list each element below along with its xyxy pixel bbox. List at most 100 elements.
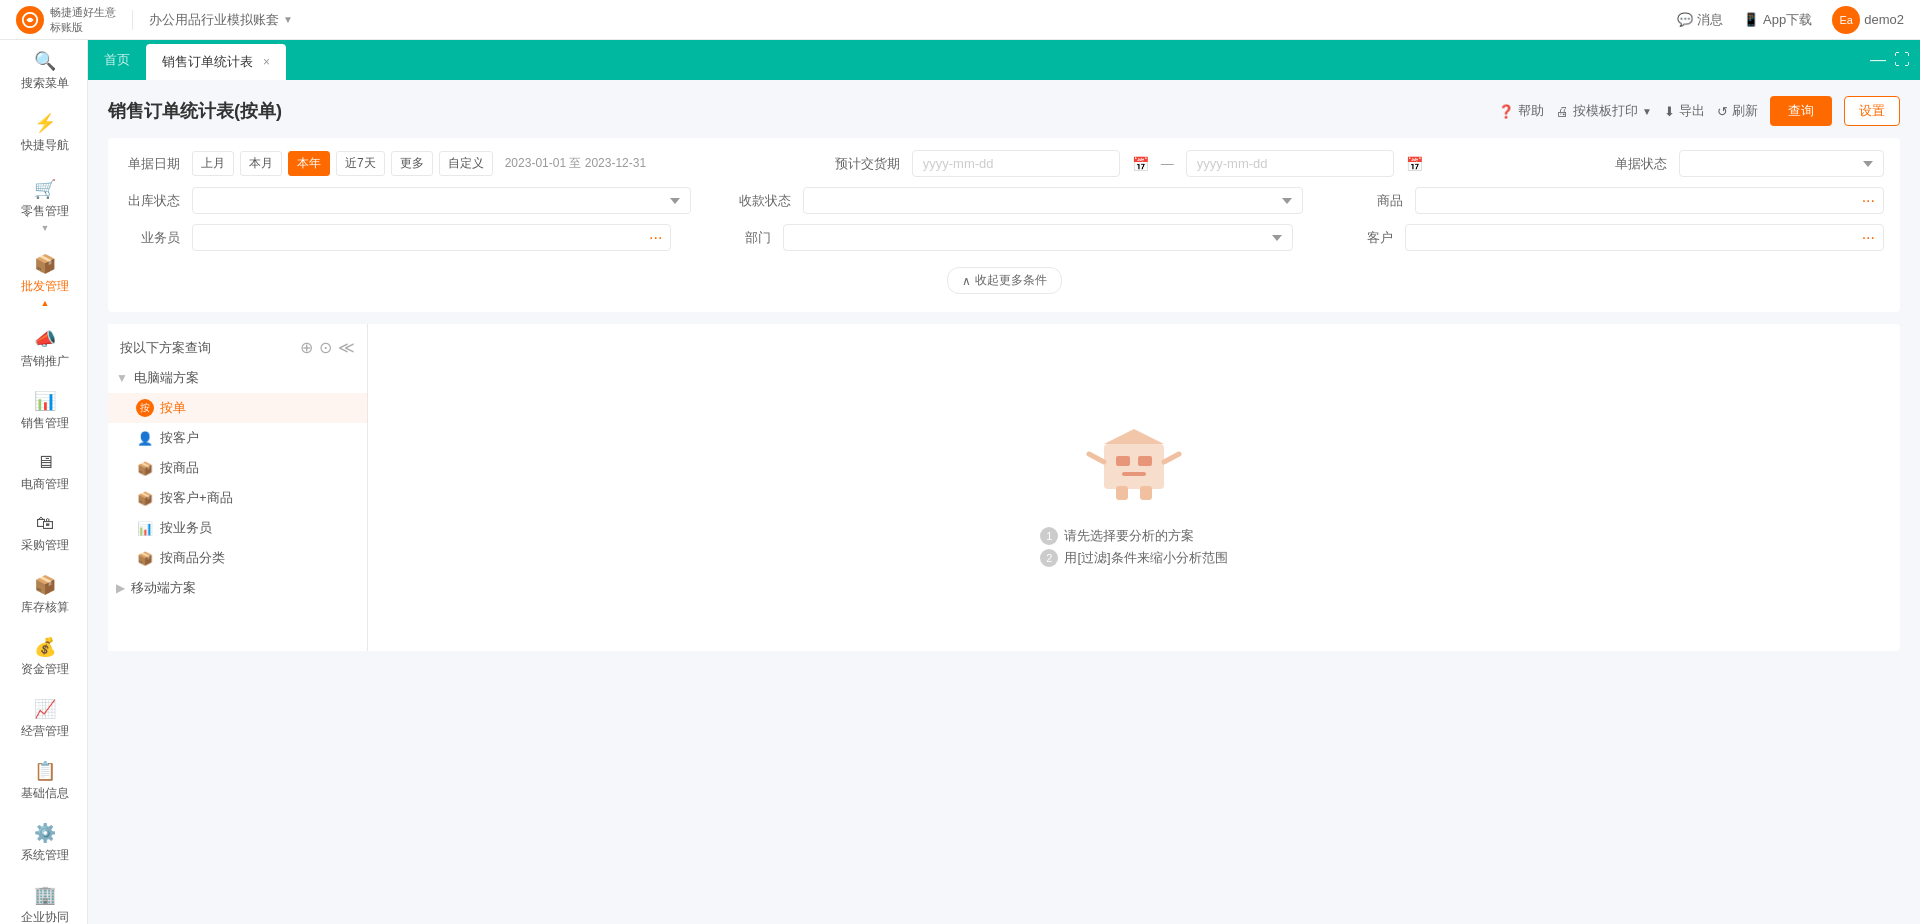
customer-label: 客户 (1337, 229, 1393, 247)
sidebar-item-sales[interactable]: 📊 销售管理 (0, 380, 87, 442)
salesperson-input[interactable] (197, 225, 645, 250)
pc-scheme-section-header[interactable]: ▼ 电脑端方案 (108, 363, 367, 393)
sidebar-item-wholesale[interactable]: 📦 批发管理 ▲ (0, 243, 87, 318)
top-bar: 畅捷通好生意 标账版 办公用品行业模拟账套 ▼ 💬 消息 📱 App下载 Ea … (0, 0, 1920, 40)
tab-home[interactable]: 首页 (88, 40, 146, 80)
date-btn-last-month[interactable]: 上月 (192, 151, 234, 176)
enterprise-icon: 🏢 (34, 884, 56, 906)
sidebar-item-enterprise[interactable]: 🏢 企业协同 (0, 874, 87, 924)
sidebar-item-basic-info[interactable]: 📋 基础信息 (0, 750, 87, 812)
page-title: 销售订单统计表(按单) (108, 99, 282, 123)
sidebar-item-finance[interactable]: 💰 资金管理 (0, 626, 87, 688)
collapse-panel-icon[interactable]: ≪ (338, 338, 355, 357)
tab-close-icon[interactable]: × (263, 55, 270, 69)
message-icon: 💬 (1677, 12, 1693, 27)
svg-rect-4 (1138, 456, 1152, 466)
empty-state-hints: 1 请先选择要分析的方案 2 用[过滤]条件来缩小分析范围 (1040, 523, 1227, 571)
tree-item-by-salesperson[interactable]: 📊 按业务员 (108, 513, 367, 543)
operations-icon: 📈 (34, 698, 56, 720)
goods-input[interactable] (1420, 188, 1858, 213)
user-menu[interactable]: Ea demo2 (1832, 6, 1904, 34)
tab-bar: 首页 销售订单统计表 × — ⛶ (88, 40, 1920, 80)
print-template-button[interactable]: 🖨 按模板打印 ▼ (1556, 102, 1652, 120)
customer-goods-tree-icon: 📦 (136, 491, 154, 506)
sidebar-item-ecommerce[interactable]: 🖥 电商管理 (0, 442, 87, 503)
department-label: 部门 (715, 229, 771, 247)
calendar-from-icon[interactable]: 📅 (1132, 156, 1149, 172)
top-bar-right: 💬 消息 📱 App下载 Ea demo2 (1677, 6, 1904, 34)
export-button[interactable]: ⬇ 导出 (1664, 102, 1705, 120)
sidebar-item-marketing[interactable]: 📣 营销推广 (0, 318, 87, 380)
svg-rect-9 (1140, 486, 1152, 500)
svg-line-6 (1089, 454, 1104, 462)
search-icon: 🔍 (34, 50, 56, 72)
date-btn-this-year[interactable]: 本年 (288, 151, 330, 176)
tree-item-by-order[interactable]: 按 按单 (108, 393, 367, 423)
shipment-status-select[interactable] (192, 187, 691, 214)
sidebar-item-purchase[interactable]: 🛍 采购管理 (0, 503, 87, 564)
sidebar-item-search-menu[interactable]: 🔍 搜索菜单 (0, 40, 87, 102)
avatar: Ea (1832, 6, 1860, 34)
expand-icon: ▼ (41, 223, 50, 233)
date-btn-more[interactable]: 更多 (391, 151, 433, 176)
date-btn-custom[interactable]: 自定义 (439, 151, 493, 176)
page-content: 销售订单统计表(按单) ❓ 帮助 🖨 按模板打印 ▼ ⬇ (88, 80, 1920, 924)
svg-rect-3 (1116, 456, 1130, 466)
date-buttons-group: 上月 本月 本年 近7天 更多 自定义 (192, 151, 493, 176)
app-download-button[interactable]: 📱 App下载 (1743, 11, 1812, 29)
help-button[interactable]: ❓ 帮助 (1498, 102, 1544, 120)
chevron-print-icon: ▼ (1642, 106, 1652, 117)
order-status-select[interactable] (1679, 150, 1884, 177)
salesperson-ellipsis-btn[interactable]: ··· (645, 229, 666, 247)
refresh-button[interactable]: ↺ 刷新 (1717, 102, 1758, 120)
finance-icon: 💰 (34, 636, 56, 658)
tree-item-by-customer[interactable]: 👤 按客户 (108, 423, 367, 453)
sales-icon: 📊 (34, 390, 56, 412)
calendar-to-icon[interactable]: 📅 (1406, 156, 1423, 172)
message-button[interactable]: 💬 消息 (1677, 11, 1723, 29)
sidebar-item-inventory[interactable]: 📦 库存核算 (0, 564, 87, 626)
sidebar-item-retail[interactable]: 🛒 零售管理 ▼ (0, 168, 87, 243)
date-btn-this-month[interactable]: 本月 (240, 151, 282, 176)
page-inner: 销售订单统计表(按单) ❓ 帮助 🖨 按模板打印 ▼ ⬇ (88, 80, 1920, 667)
tab-sales-stats[interactable]: 销售订单统计表 × (146, 44, 286, 80)
goods-ellipsis-btn[interactable]: ··· (1858, 192, 1879, 210)
expected-delivery-to[interactable] (1186, 150, 1394, 177)
date-btn-last-7days[interactable]: 近7天 (336, 151, 385, 176)
top-bar-left: 畅捷通好生意 标账版 办公用品行业模拟账套 ▼ (16, 5, 293, 34)
sidebar: 🔍 搜索菜单 ⚡ 快捷导航 🛒 零售管理 ▼ 📦 批发管理 ▲ 📣 营销推广 📊… (0, 40, 88, 924)
shipment-status-label: 出库状态 (124, 192, 180, 210)
app-selector[interactable]: 办公用品行业模拟账套 ▼ (149, 11, 293, 29)
department-select[interactable] (783, 224, 1292, 251)
logo-area: 畅捷通好生意 标账版 (16, 5, 116, 34)
customer-ellipsis-btn[interactable]: ··· (1858, 229, 1879, 247)
mobile-scheme-section-header[interactable]: ▶ 移动端方案 (108, 573, 367, 603)
settings-scheme-icon[interactable]: ⊙ (319, 338, 332, 357)
collection-status-select[interactable] (803, 187, 1302, 214)
tree-item-by-goods[interactable]: 📦 按商品 (108, 453, 367, 483)
customer-field: ··· (1405, 224, 1884, 251)
goods-category-tree-icon: 📦 (136, 551, 154, 566)
maximize-icon[interactable]: ⛶ (1894, 51, 1910, 69)
settings-button[interactable]: 设置 (1844, 96, 1900, 126)
collapse-icon: ∧ (962, 274, 971, 288)
main-layout: 🔍 搜索菜单 ⚡ 快捷导航 🛒 零售管理 ▼ 📦 批发管理 ▲ 📣 营销推广 📊… (0, 40, 1920, 924)
minimize-icon[interactable]: — (1870, 51, 1886, 69)
sidebar-item-system[interactable]: ⚙️ 系统管理 (0, 812, 87, 874)
sidebar-item-quick-nav[interactable]: ⚡ 快捷导航 (0, 102, 87, 164)
query-button[interactable]: 查询 (1770, 96, 1832, 126)
tree-item-by-customer-goods[interactable]: 📦 按客户+商品 (108, 483, 367, 513)
expected-delivery-label: 预计交货期 (835, 155, 900, 173)
empty-state: 1 请先选择要分析的方案 2 用[过滤]条件来缩小分析范围 (368, 324, 1900, 651)
expected-delivery-from[interactable] (912, 150, 1120, 177)
add-scheme-icon[interactable]: ⊕ (300, 338, 313, 357)
collapse-button[interactable]: ∧ 收起更多条件 (947, 267, 1062, 294)
left-panel-header: 按以下方案查询 ⊕ ⊙ ≪ (108, 332, 367, 363)
wholesale-icon: 📦 (34, 253, 56, 275)
content-area: 按以下方案查询 ⊕ ⊙ ≪ ▼ 电脑端方案 (108, 324, 1900, 651)
date-label: 单据日期 (124, 155, 180, 173)
tree-item-by-goods-category[interactable]: 📦 按商品分类 (108, 543, 367, 573)
customer-input[interactable] (1410, 225, 1858, 250)
sidebar-item-operations[interactable]: 📈 经营管理 (0, 688, 87, 750)
page-header: 销售订单统计表(按单) ❓ 帮助 🖨 按模板打印 ▼ ⬇ (108, 96, 1900, 126)
